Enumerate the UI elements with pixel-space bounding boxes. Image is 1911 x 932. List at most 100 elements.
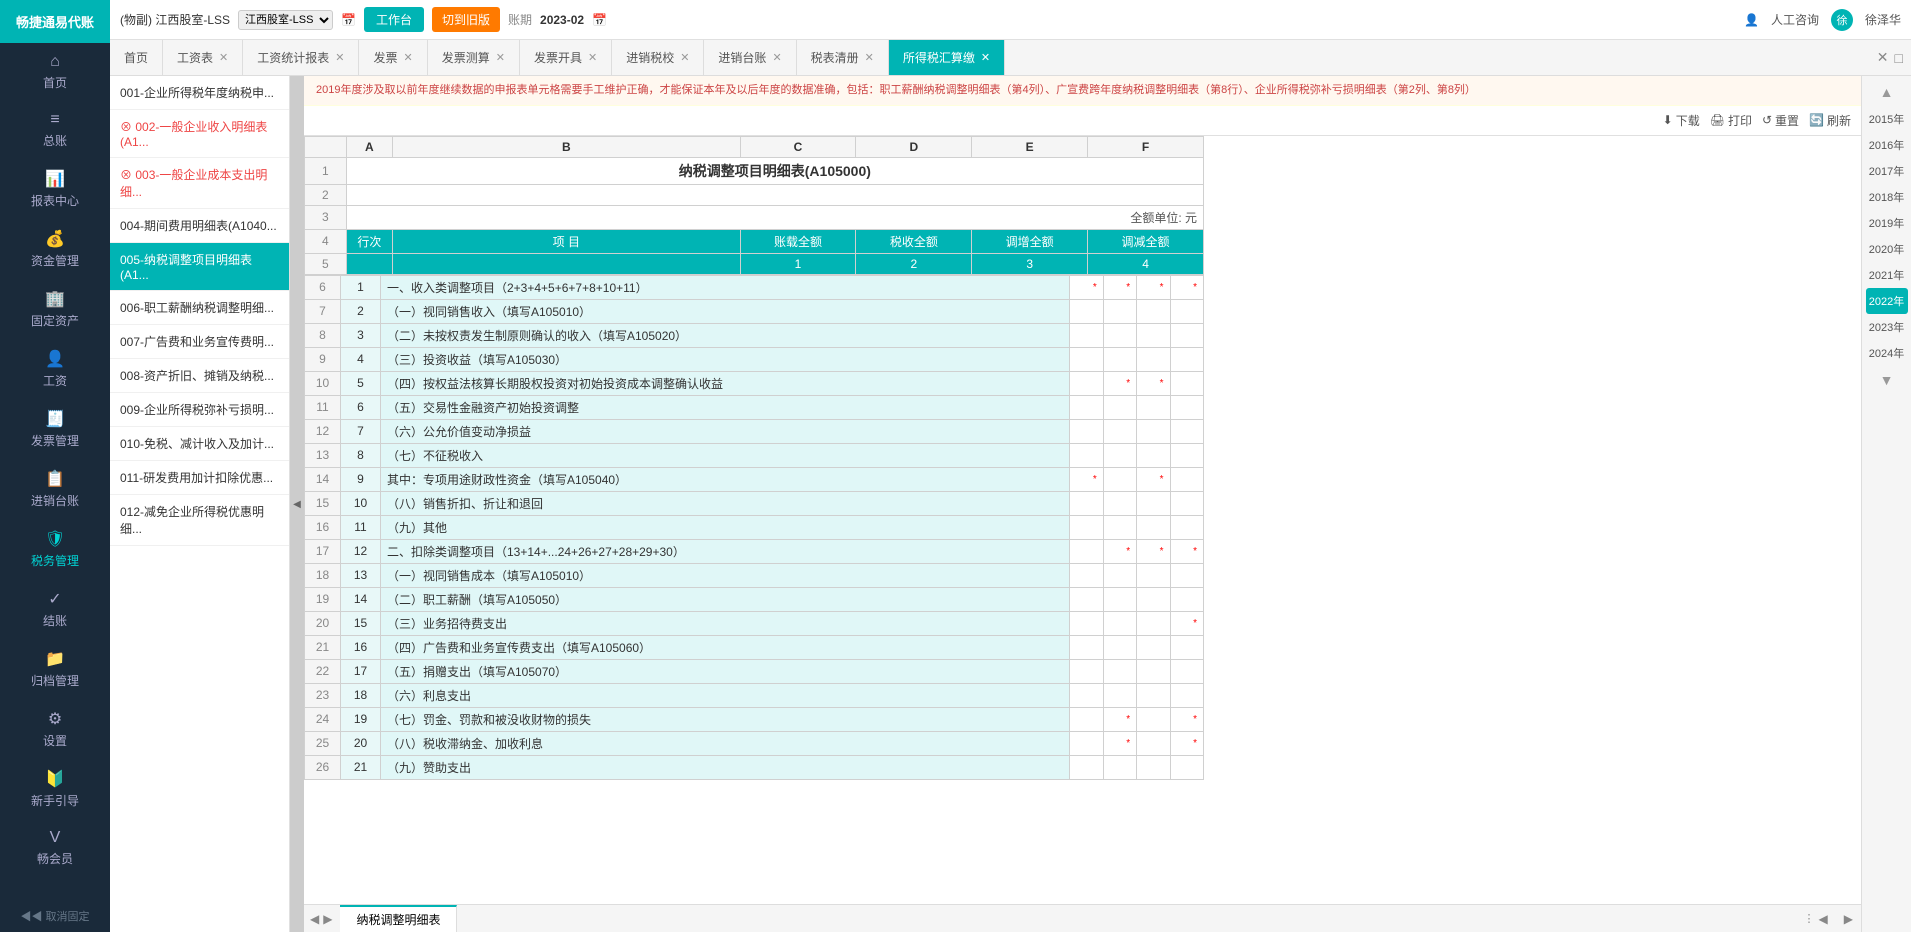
- cell-f-2[interactable]: [1170, 323, 1203, 347]
- item-name-9[interactable]: （八）销售折扣、折让和退回: [381, 491, 1070, 515]
- cell-e-7[interactable]: [1137, 443, 1170, 467]
- cell-e-17[interactable]: [1137, 683, 1170, 707]
- cell-c-7[interactable]: [1070, 443, 1103, 467]
- print-button[interactable]: 🖨 打印: [1710, 112, 1752, 129]
- left-panel-item-5[interactable]: 006-职工薪酬纳税调整明细...: [110, 291, 289, 325]
- cell-c-15[interactable]: [1070, 635, 1103, 659]
- cell-e-4[interactable]: *: [1137, 371, 1170, 395]
- nav-tab-close-5[interactable]: ✕: [588, 51, 597, 64]
- cell-c-0[interactable]: *: [1070, 275, 1103, 299]
- cell-d-1[interactable]: [1103, 299, 1136, 323]
- cell-f-18[interactable]: *: [1170, 707, 1203, 731]
- download-button[interactable]: ⬇ 下载: [1663, 112, 1700, 129]
- sidebar-item-设置[interactable]: ⚙设置: [0, 699, 110, 759]
- item-name-10[interactable]: （九）其他: [381, 515, 1070, 539]
- year-item-2020年[interactable]: 2020年: [1866, 236, 1908, 262]
- item-name-7[interactable]: （七）不征税收入: [381, 443, 1070, 467]
- item-name-13[interactable]: （二）职工薪酬（填写A105050）: [381, 587, 1070, 611]
- item-name-1[interactable]: （一）视同销售收入（填写A105010）: [381, 299, 1070, 323]
- cell-c-4[interactable]: [1070, 371, 1103, 395]
- workspace-button[interactable]: 工作台: [364, 7, 424, 32]
- cell-f-16[interactable]: [1170, 659, 1203, 683]
- item-name-19[interactable]: （八）税收滞纳金、加收利息: [381, 731, 1070, 755]
- scroll-left-icon[interactable]: ◀: [1819, 912, 1828, 926]
- bottom-tab-na税调整[interactable]: 纳税调整明细表: [340, 905, 457, 932]
- item-name-2[interactable]: （二）未按权责发生制原则确认的收入（填写A105020）: [381, 323, 1070, 347]
- year-item-2019年[interactable]: 2019年: [1866, 210, 1908, 236]
- left-panel-item-11[interactable]: 012-减免企业所得税优惠明细...: [110, 495, 289, 546]
- item-name-11[interactable]: 二、扣除类调整项目（13+14+...24+26+27+28+29+30）: [381, 539, 1070, 563]
- year-down-arrow[interactable]: ▼: [1876, 368, 1898, 392]
- cell-d-16[interactable]: [1103, 659, 1136, 683]
- sidebar-item-报表中心[interactable]: 📊报表中心: [0, 159, 110, 219]
- item-name-17[interactable]: （六）利息支出: [381, 683, 1070, 707]
- cell-d-4[interactable]: *: [1103, 371, 1136, 395]
- cell-e-16[interactable]: [1137, 659, 1170, 683]
- nav-tab-close-9[interactable]: ✕: [981, 51, 990, 64]
- unpin-button[interactable]: ◀◀ 取消固定: [0, 900, 110, 932]
- item-name-20[interactable]: （九）赞助支出: [381, 755, 1070, 779]
- nav-tab-0[interactable]: 首页: [110, 40, 163, 76]
- nav-tab-close-4[interactable]: ✕: [496, 51, 505, 64]
- year-item-2022年[interactable]: 2022年: [1866, 288, 1908, 314]
- sidebar-item-固定资产[interactable]: 🏢固定资产: [0, 279, 110, 339]
- cell-e-2[interactable]: [1137, 323, 1170, 347]
- cell-f-14[interactable]: *: [1170, 611, 1203, 635]
- cell-d-15[interactable]: [1103, 635, 1136, 659]
- cell-c-5[interactable]: [1070, 395, 1103, 419]
- sheet-nav-right[interactable]: ▶: [323, 912, 332, 926]
- cell-c-12[interactable]: [1070, 563, 1103, 587]
- item-name-18[interactable]: （七）罚金、罚款和被没收财物的损失: [381, 707, 1070, 731]
- year-item-2017年[interactable]: 2017年: [1866, 158, 1908, 184]
- year-item-2016年[interactable]: 2016年: [1866, 132, 1908, 158]
- year-up-arrow[interactable]: ▲: [1876, 80, 1898, 104]
- item-name-6[interactable]: （六）公允价值变动净损益: [381, 419, 1070, 443]
- panel-toggle[interactable]: ◀: [290, 76, 304, 932]
- cell-d-14[interactable]: [1103, 611, 1136, 635]
- cell-f-20[interactable]: [1170, 755, 1203, 779]
- cell-d-2[interactable]: [1103, 323, 1136, 347]
- cell-d-12[interactable]: [1103, 563, 1136, 587]
- maximize-icon[interactable]: □: [1895, 50, 1903, 66]
- cell-f-10[interactable]: [1170, 515, 1203, 539]
- cell-d-7[interactable]: [1103, 443, 1136, 467]
- nav-tab-7[interactable]: 进销台账✕: [704, 40, 796, 76]
- close-window-icon[interactable]: ✕: [1877, 49, 1889, 66]
- cell-f-13[interactable]: [1170, 587, 1203, 611]
- cell-e-13[interactable]: [1137, 587, 1170, 611]
- reset-button[interactable]: ↺ 重置: [1762, 112, 1799, 129]
- left-panel-item-8[interactable]: 009-企业所得税弥补亏损明...: [110, 393, 289, 427]
- sidebar-item-发票管理[interactable]: 🧾发票管理: [0, 399, 110, 459]
- item-name-12[interactable]: （一）视同销售成本（填写A105010）: [381, 563, 1070, 587]
- cell-f-3[interactable]: [1170, 347, 1203, 371]
- cell-c-6[interactable]: [1070, 419, 1103, 443]
- cell-f-7[interactable]: [1170, 443, 1203, 467]
- cell-d-9[interactable]: [1103, 491, 1136, 515]
- sheet-wrapper[interactable]: A B C D E F 1 纳税调整项目明细表(A105000): [304, 136, 1861, 905]
- nav-tab-1[interactable]: 工资表✕: [163, 40, 243, 76]
- year-item-2018年[interactable]: 2018年: [1866, 184, 1908, 210]
- cell-e-9[interactable]: [1137, 491, 1170, 515]
- cell-f-12[interactable]: [1170, 563, 1203, 587]
- cell-c-8[interactable]: *: [1070, 467, 1103, 491]
- cell-d-3[interactable]: [1103, 347, 1136, 371]
- cell-e-0[interactable]: *: [1137, 275, 1170, 299]
- scroll-right-icon[interactable]: ▶: [1844, 912, 1853, 926]
- cell-e-3[interactable]: [1137, 347, 1170, 371]
- cell-c-19[interactable]: [1070, 731, 1103, 755]
- cell-f-0[interactable]: *: [1170, 275, 1203, 299]
- cell-f-9[interactable]: [1170, 491, 1203, 515]
- year-item-2023年[interactable]: 2023年: [1866, 314, 1908, 340]
- nav-tab-close-3[interactable]: ✕: [404, 51, 413, 64]
- cell-e-18[interactable]: [1137, 707, 1170, 731]
- cell-c-9[interactable]: [1070, 491, 1103, 515]
- cell-d-10[interactable]: [1103, 515, 1136, 539]
- sidebar-item-归档管理[interactable]: 📁归档管理: [0, 639, 110, 699]
- cell-c-14[interactable]: [1070, 611, 1103, 635]
- refresh-button[interactable]: 🔄 刷新: [1809, 112, 1851, 129]
- item-name-0[interactable]: 一、收入类调整项目（2+3+4+5+6+7+8+10+11）: [381, 275, 1070, 299]
- left-panel-item-1[interactable]: ⊗ 002-一般企业收入明细表(A1...: [110, 110, 289, 158]
- cell-e-1[interactable]: [1137, 299, 1170, 323]
- cell-f-11[interactable]: *: [1170, 539, 1203, 563]
- nav-tab-6[interactable]: 进销税校✕: [612, 40, 704, 76]
